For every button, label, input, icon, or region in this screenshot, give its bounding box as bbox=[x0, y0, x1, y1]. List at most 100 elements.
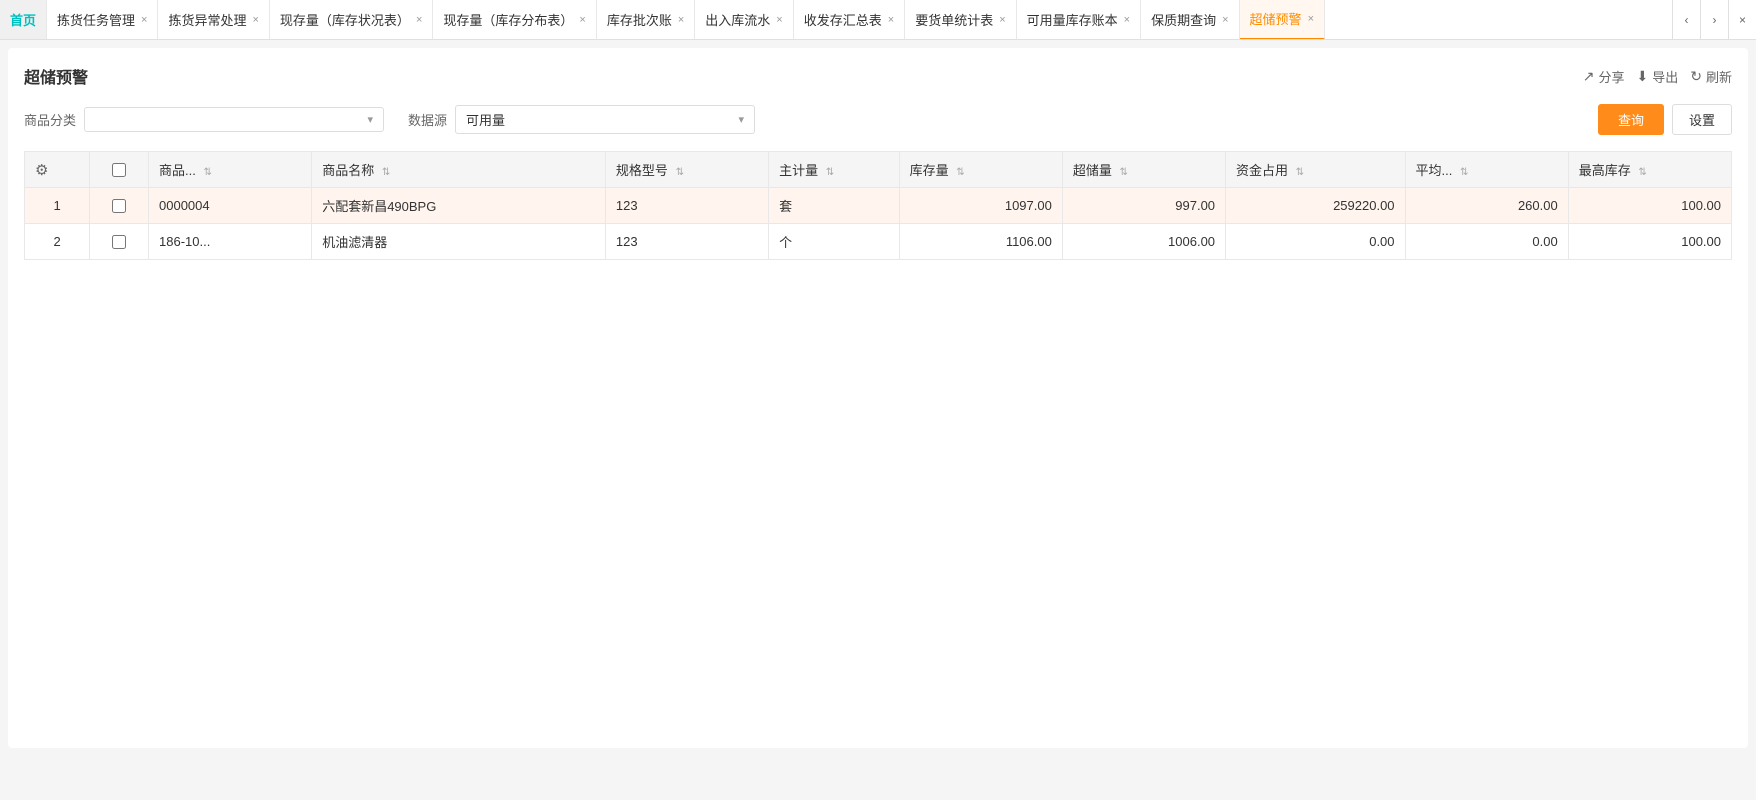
cell-stock-1: 1106.00 bbox=[899, 224, 1062, 260]
cell-code-0: 0000004 bbox=[149, 188, 312, 224]
col-header-name[interactable]: 商品名称 ⇅ bbox=[312, 152, 606, 188]
col-header-stock[interactable]: 库存量 ⇅ bbox=[899, 152, 1062, 188]
close-tab-1[interactable]: × bbox=[141, 14, 147, 26]
data-table: ⚙ 商品... ⇅ 商品名称 ⇅ 规格型号 ⇅ bbox=[24, 151, 1732, 260]
category-dropdown-icon: ▾ bbox=[367, 113, 373, 126]
row-checkbox-1[interactable] bbox=[112, 235, 126, 249]
sort-icon-name: ⇅ bbox=[382, 167, 390, 178]
col-header-settings[interactable]: ⚙ bbox=[25, 152, 90, 188]
table-header-row: ⚙ 商品... ⇅ 商品名称 ⇅ 规格型号 ⇅ bbox=[25, 152, 1732, 188]
cell-check-0[interactable] bbox=[90, 188, 149, 224]
nav-home[interactable]: 首页 bbox=[0, 0, 47, 40]
close-tab-3[interactable]: × bbox=[416, 14, 422, 26]
close-tab-11[interactable]: × bbox=[1308, 13, 1314, 25]
nav-next-button[interactable]: › bbox=[1700, 0, 1728, 40]
cell-capital-0: 259220.00 bbox=[1226, 188, 1406, 224]
nav-item-4[interactable]: 现存量（库存分布表） × bbox=[433, 0, 596, 40]
cell-avg-1: 0.00 bbox=[1405, 224, 1568, 260]
nav-item-11[interactable]: 超储预警 × bbox=[1240, 0, 1325, 40]
sort-icon-capital: ⇅ bbox=[1296, 167, 1304, 178]
row-checkbox-0[interactable] bbox=[112, 199, 126, 213]
table-settings-icon[interactable]: ⚙ bbox=[35, 162, 48, 179]
cell-name-0: 六配套新昌490BPG bbox=[312, 188, 606, 224]
col-header-over[interactable]: 超储量 ⇅ bbox=[1062, 152, 1225, 188]
nav-item-10[interactable]: 保质期查询 × bbox=[1141, 0, 1239, 40]
page-title: 超储预警 bbox=[24, 64, 88, 88]
sort-icon-maxstock: ⇅ bbox=[1638, 167, 1646, 178]
select-all-checkbox[interactable] bbox=[112, 163, 126, 177]
close-tab-7[interactable]: × bbox=[888, 14, 894, 26]
cell-maxstock-1: 100.00 bbox=[1568, 224, 1731, 260]
cell-num-1: 2 bbox=[25, 224, 90, 260]
refresh-icon: ↻ bbox=[1690, 68, 1702, 85]
nav-item-7[interactable]: 收发存汇总表 × bbox=[794, 0, 905, 40]
col-header-spec[interactable]: 规格型号 ⇅ bbox=[605, 152, 768, 188]
sort-icon-unit: ⇅ bbox=[826, 167, 834, 178]
sort-icon-spec: ⇅ bbox=[676, 167, 684, 178]
col-header-unit[interactable]: 主计量 ⇅ bbox=[769, 152, 900, 188]
datasource-filter: 数据源 可用量 ▾ bbox=[408, 105, 755, 134]
datasource-dropdown-icon: ▾ bbox=[739, 113, 745, 126]
nav-item-9[interactable]: 可用量库存账本 × bbox=[1017, 0, 1141, 40]
nav-item-8[interactable]: 要货单统计表 × bbox=[905, 0, 1016, 40]
filter-row: 商品分类 ▾ 数据源 可用量 ▾ 查询 设置 bbox=[24, 104, 1732, 135]
top-navigation: 首页 拣货任务管理 × 拣货异常处理 × 现存量（库存状况表） × 现存量（库存… bbox=[0, 0, 1756, 40]
col-header-code[interactable]: 商品... ⇅ bbox=[149, 152, 312, 188]
refresh-button[interactable]: ↻ 刷新 bbox=[1690, 67, 1732, 86]
category-select-value bbox=[95, 112, 99, 127]
nav-item-6[interactable]: 出入库流水 × bbox=[695, 0, 793, 40]
cell-code-1: 186-10... bbox=[149, 224, 312, 260]
cell-over-1: 1006.00 bbox=[1062, 224, 1225, 260]
cell-num-0: 1 bbox=[25, 188, 90, 224]
col-header-capital[interactable]: 资金占用 ⇅ bbox=[1226, 152, 1406, 188]
nav-item-1[interactable]: 拣货任务管理 × bbox=[47, 0, 158, 40]
category-select[interactable]: ▾ bbox=[84, 107, 384, 132]
nav-item-2[interactable]: 拣货异常处理 × bbox=[158, 0, 269, 40]
close-tab-8[interactable]: × bbox=[999, 14, 1005, 26]
page-header: 超储预警 ↗ 分享 ⬇ 导出 ↻ 刷新 bbox=[24, 64, 1732, 88]
close-tab-6[interactable]: × bbox=[776, 14, 782, 26]
datasource-select-value: 可用量 bbox=[466, 110, 505, 129]
datasource-select[interactable]: 可用量 ▾ bbox=[455, 105, 755, 134]
col-header-check[interactable] bbox=[90, 152, 149, 188]
share-button[interactable]: ↗ 分享 bbox=[1583, 67, 1625, 86]
action-buttons: 查询 设置 bbox=[1598, 104, 1732, 135]
category-filter: 商品分类 ▾ bbox=[24, 107, 384, 132]
nav-arrows: ‹ › × bbox=[1672, 0, 1756, 40]
cell-name-1: 机油滤清器 bbox=[312, 224, 606, 260]
cell-unit-0: 套 bbox=[769, 188, 900, 224]
close-tab-5[interactable]: × bbox=[678, 14, 684, 26]
close-tab-9[interactable]: × bbox=[1124, 14, 1130, 26]
col-header-avg[interactable]: 平均... ⇅ bbox=[1405, 152, 1568, 188]
cell-over-0: 997.00 bbox=[1062, 188, 1225, 224]
header-actions: ↗ 分享 ⬇ 导出 ↻ 刷新 bbox=[1583, 67, 1732, 86]
settings-button[interactable]: 设置 bbox=[1672, 104, 1732, 135]
cell-spec-0: 123 bbox=[605, 188, 768, 224]
nav-item-5[interactable]: 库存批次账 × bbox=[597, 0, 695, 40]
cell-capital-1: 0.00 bbox=[1226, 224, 1406, 260]
page-content: 超储预警 ↗ 分享 ⬇ 导出 ↻ 刷新 商品分类 ▾ 数据源 bbox=[8, 48, 1748, 748]
sort-icon-stock: ⇅ bbox=[956, 167, 964, 178]
nav-close-button[interactable]: × bbox=[1728, 0, 1756, 40]
export-icon: ⬇ bbox=[1637, 68, 1649, 85]
table-row: 2 186-10... 机油滤清器 123 个 1106.00 1006.00 … bbox=[25, 224, 1732, 260]
cell-check-1[interactable] bbox=[90, 224, 149, 260]
close-tab-2[interactable]: × bbox=[252, 14, 258, 26]
nav-item-3[interactable]: 现存量（库存状况表） × bbox=[270, 0, 433, 40]
cell-unit-1: 个 bbox=[769, 224, 900, 260]
table-row: 1 0000004 六配套新昌490BPG 123 套 1097.00 997.… bbox=[25, 188, 1732, 224]
sort-icon-over: ⇅ bbox=[1119, 167, 1127, 178]
cell-spec-1: 123 bbox=[605, 224, 768, 260]
cell-maxstock-0: 100.00 bbox=[1568, 188, 1731, 224]
nav-prev-button[interactable]: ‹ bbox=[1672, 0, 1700, 40]
close-tab-4[interactable]: × bbox=[579, 14, 585, 26]
close-tab-10[interactable]: × bbox=[1222, 14, 1228, 26]
datasource-label: 数据源 bbox=[408, 110, 447, 129]
share-icon: ↗ bbox=[1583, 68, 1595, 85]
cell-avg-0: 260.00 bbox=[1405, 188, 1568, 224]
sort-icon-code: ⇅ bbox=[203, 167, 211, 178]
query-button[interactable]: 查询 bbox=[1598, 104, 1664, 135]
col-header-maxstock[interactable]: 最高库存 ⇅ bbox=[1568, 152, 1731, 188]
export-button[interactable]: ⬇ 导出 bbox=[1637, 67, 1679, 86]
category-label: 商品分类 bbox=[24, 110, 76, 129]
